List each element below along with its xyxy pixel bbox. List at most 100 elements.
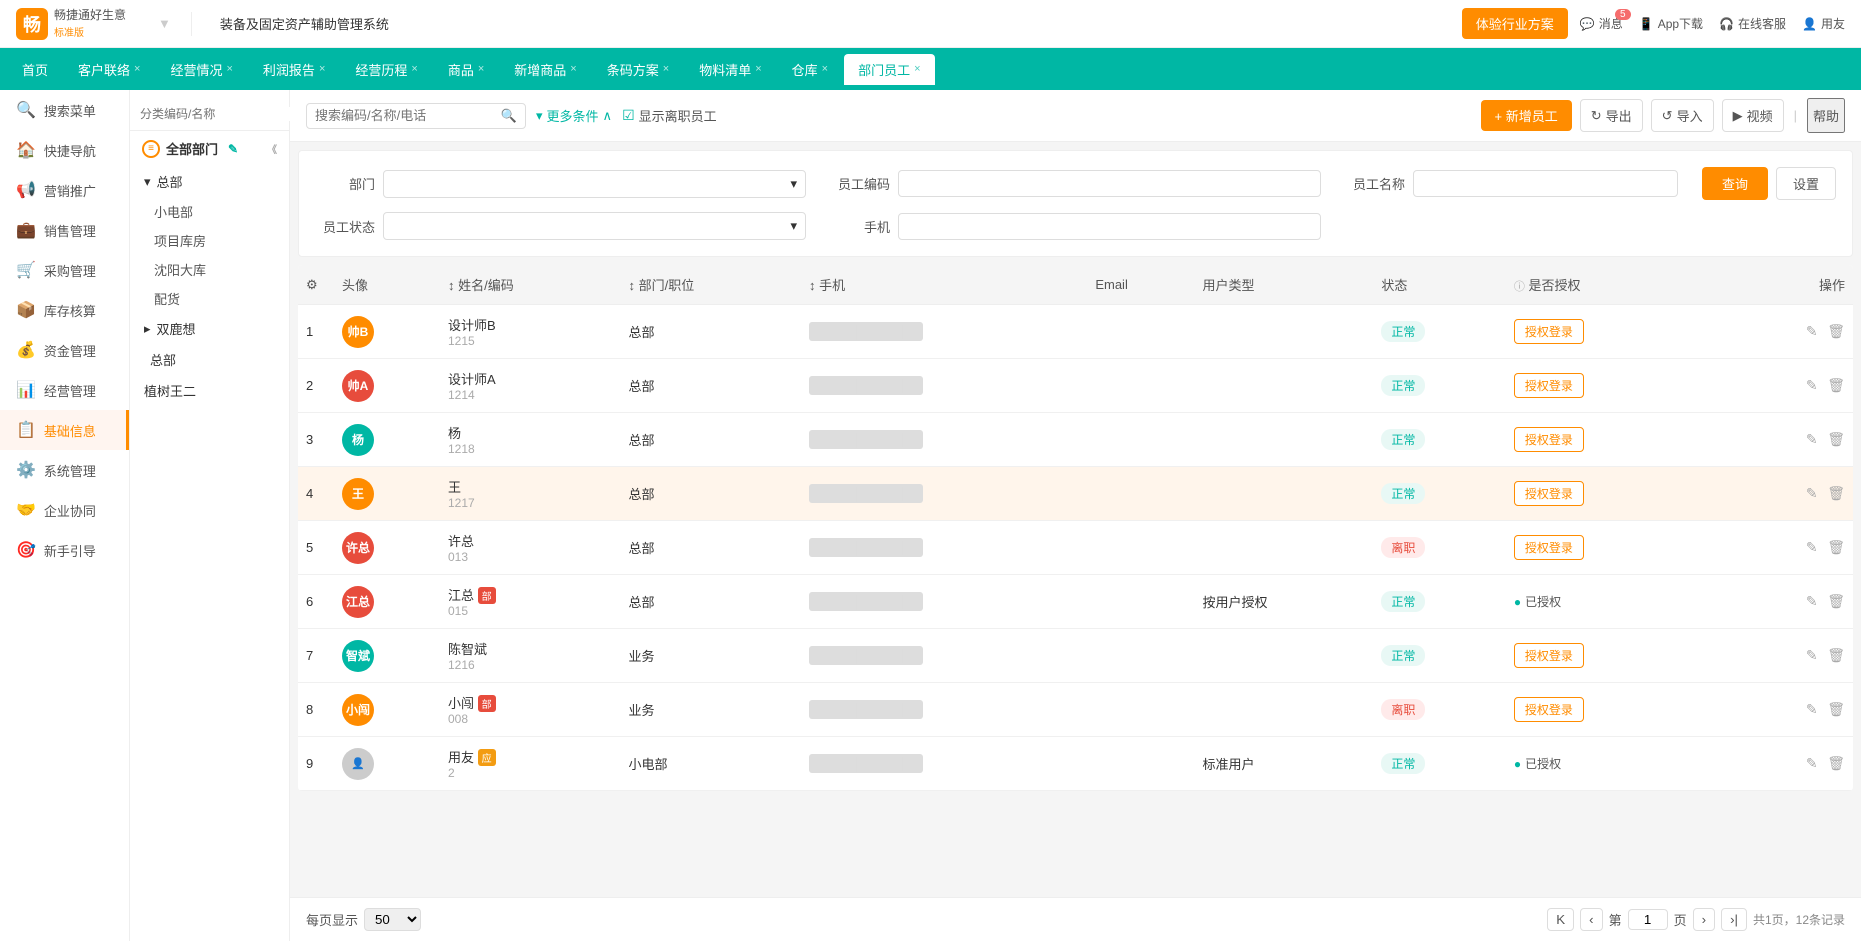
help-button[interactable]: 帮助	[1807, 98, 1845, 133]
tab-close-icon[interactable]: ×	[755, 63, 761, 75]
sidebar-item-purchase[interactable]: 🛒采购管理	[0, 250, 129, 290]
prev-page-btn[interactable]: ‹	[1580, 908, 1602, 931]
tab-close-icon[interactable]: ×	[914, 63, 920, 75]
sidebar-item-quicknav[interactable]: 🏠快捷导航	[0, 130, 129, 170]
edit-dept-icon[interactable]: ✎	[228, 142, 238, 156]
nav-tab-新增商品[interactable]: 新增商品×	[500, 54, 590, 85]
tab-close-icon[interactable]: ×	[663, 63, 669, 75]
dept-child-xiangmukufang[interactable]: 项目库房	[130, 226, 289, 255]
import-button[interactable]: ↺ 导入	[1651, 99, 1714, 132]
sidebar-item-finance[interactable]: 💰资金管理	[0, 330, 129, 370]
collapse-icon[interactable]: 《	[267, 141, 277, 156]
nav-tab-物料清单[interactable]: 物料清单×	[685, 54, 775, 85]
next-page-btn[interactable]: ›	[1693, 908, 1715, 931]
edit-btn-5[interactable]: ✎	[1806, 593, 1818, 609]
th-phone[interactable]: ↕ 手机	[801, 265, 1087, 305]
empcode-input[interactable]	[898, 170, 1321, 197]
sidebar-item-system[interactable]: ⚙️系统管理	[0, 450, 129, 490]
last-page-btn[interactable]: ›|	[1721, 908, 1747, 931]
dept-child-peihuo[interactable]: 配货	[130, 284, 289, 313]
set-button[interactable]: 设置	[1776, 167, 1836, 200]
sidebar-item-operations[interactable]: 📊经营管理	[0, 370, 129, 410]
nav-tab-条码方案[interactable]: 条码方案×	[593, 54, 683, 85]
edit-btn-6[interactable]: ✎	[1806, 647, 1818, 663]
th-name[interactable]: ↕ 姓名/编码	[440, 265, 620, 305]
nav-tab-首页[interactable]: 首页	[8, 54, 62, 85]
status-filter-select[interactable]: ▾	[383, 212, 806, 240]
first-page-btn[interactable]: K	[1547, 908, 1574, 931]
sidebar-item-marketing[interactable]: 📢营销推广	[0, 170, 129, 210]
th-dept[interactable]: ↕ 部门/职位	[620, 265, 800, 305]
user-button[interactable]: 👤 用友	[1802, 15, 1845, 32]
nav-tab-利润报告[interactable]: 利润报告×	[249, 54, 339, 85]
trial-button[interactable]: 体验行业方案	[1462, 8, 1568, 39]
auth-btn-3[interactable]: 授权登录	[1514, 481, 1584, 506]
tab-close-icon[interactable]: ×	[226, 63, 232, 75]
empname-input[interactable]	[1413, 170, 1678, 197]
tab-close-icon[interactable]: ×	[411, 63, 417, 75]
search-input[interactable]	[315, 108, 495, 123]
delete-btn-1[interactable]: 🗑	[1827, 377, 1845, 393]
sidebar-item-search[interactable]: 🔍搜索菜单	[0, 90, 129, 130]
edit-btn-0[interactable]: ✎	[1806, 323, 1818, 339]
sidebar-item-basic[interactable]: 📋基础信息	[0, 410, 129, 450]
nav-tab-仓库[interactable]: 仓库×	[778, 54, 842, 85]
delete-btn-6[interactable]: 🗑	[1827, 647, 1845, 663]
nav-tab-客户联络[interactable]: 客户联络×	[64, 54, 154, 85]
nav-tab-部门员工[interactable]: 部门员工×	[844, 54, 934, 85]
auth-btn-2[interactable]: 授权登录	[1514, 427, 1584, 452]
phone-input[interactable]	[898, 213, 1321, 240]
show-resigned-toggle[interactable]: ☑ 显示离职员工	[622, 106, 717, 125]
dept-title-shuanglu[interactable]: ▸ 双鹿想	[130, 313, 289, 344]
edit-btn-8[interactable]: ✎	[1806, 755, 1818, 771]
th-settings[interactable]: ⚙	[298, 265, 334, 305]
nav-tab-经营历程[interactable]: 经营历程×	[341, 54, 431, 85]
delete-btn-0[interactable]: 🗑	[1827, 323, 1845, 339]
sidebar-item-enterprise[interactable]: 🤝企业协同	[0, 490, 129, 530]
per-page-select[interactable]: 50 20 100	[364, 908, 421, 931]
dept-filter-select[interactable]: ▾	[383, 170, 806, 198]
delete-btn-5[interactable]: 🗑	[1827, 593, 1845, 609]
sidebar-item-sales[interactable]: 💼销售管理	[0, 210, 129, 250]
all-depts-header[interactable]: ≡ 全部部门 ✎ 《	[130, 131, 289, 166]
auth-btn-4[interactable]: 授权登录	[1514, 535, 1584, 560]
tab-close-icon[interactable]: ×	[134, 63, 140, 75]
nav-tab-经营情况[interactable]: 经营情况×	[156, 54, 246, 85]
tab-close-icon[interactable]: ×	[478, 63, 484, 75]
sidebar-item-guide[interactable]: 🎯新手引导	[0, 530, 129, 570]
delete-btn-4[interactable]: 🗑	[1827, 539, 1845, 555]
auth-btn-7[interactable]: 授权登录	[1514, 697, 1584, 722]
dept-title-zongbu2[interactable]: 总部	[130, 344, 289, 375]
edit-btn-4[interactable]: ✎	[1806, 539, 1818, 555]
message-button[interactable]: 💬 消息 5	[1580, 15, 1623, 32]
dept-child-xiaodianbun[interactable]: 小电部	[130, 197, 289, 226]
app-download-button[interactable]: 📱 App下载	[1639, 15, 1703, 32]
auth-btn-6[interactable]: 授权登录	[1514, 643, 1584, 668]
add-employee-button[interactable]: + 新增员工	[1481, 100, 1572, 131]
edit-btn-3[interactable]: ✎	[1806, 485, 1818, 501]
view-button[interactable]: ▶ 视频	[1722, 99, 1784, 132]
delete-btn-3[interactable]: 🗑	[1827, 485, 1845, 501]
edit-btn-1[interactable]: ✎	[1806, 377, 1818, 393]
more-conditions-btn[interactable]: ▾ 更多条件 ∧	[536, 106, 612, 125]
auth-btn-1[interactable]: 授权登录	[1514, 373, 1584, 398]
dept-search-input[interactable]	[140, 107, 295, 121]
dept-title-zhishu[interactable]: 植树王二	[130, 375, 289, 406]
dept-child-shenyang[interactable]: 沈阳大库	[130, 255, 289, 284]
delete-btn-8[interactable]: 🗑	[1827, 755, 1845, 771]
edit-btn-2[interactable]: ✎	[1806, 431, 1818, 447]
tab-close-icon[interactable]: ×	[822, 63, 828, 75]
delete-btn-7[interactable]: 🗑	[1827, 701, 1845, 717]
online-service-button[interactable]: 🎧 在线客服	[1719, 15, 1786, 32]
page-input[interactable]	[1628, 909, 1668, 930]
nav-tab-商品[interactable]: 商品×	[434, 54, 498, 85]
auth-btn-0[interactable]: 授权登录	[1514, 319, 1584, 344]
delete-btn-2[interactable]: 🗑	[1827, 431, 1845, 447]
dept-group-zongbu[interactable]: ▾ 总部	[130, 166, 289, 197]
tab-close-icon[interactable]: ×	[570, 63, 576, 75]
export-button[interactable]: ↻ 导出	[1580, 99, 1643, 132]
edit-btn-7[interactable]: ✎	[1806, 701, 1818, 717]
tab-close-icon[interactable]: ×	[319, 63, 325, 75]
search-icon[interactable]: 🔍	[501, 108, 517, 124]
sidebar-item-inventory[interactable]: 📦库存核算	[0, 290, 129, 330]
